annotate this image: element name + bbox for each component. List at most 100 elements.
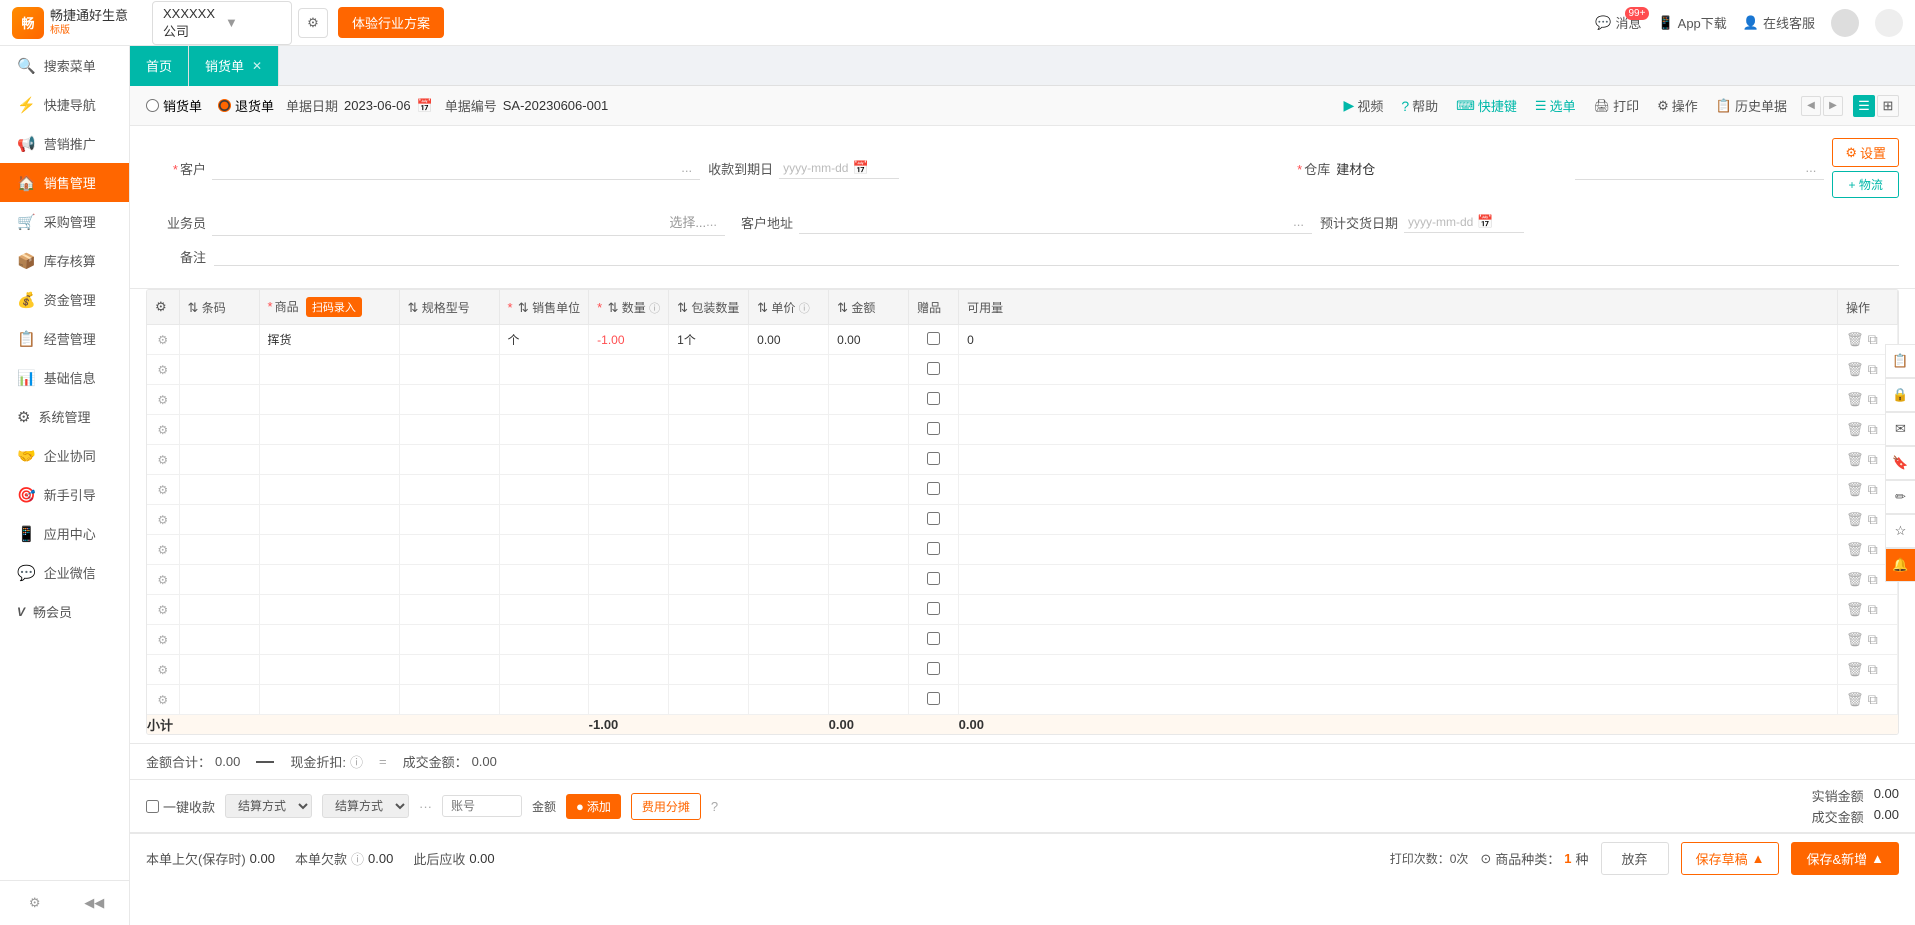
row-gift[interactable] (909, 475, 959, 505)
sidebar-item-marketing[interactable]: 📢 营销推广 (0, 124, 129, 163)
row-product[interactable] (259, 475, 399, 505)
sidebar-item-management[interactable]: 📋 经营管理 (0, 319, 129, 358)
float-edit-button[interactable]: ✏ (1885, 480, 1915, 514)
radio-return[interactable]: 退货单 (218, 96, 274, 115)
dots-icon[interactable]: ··· (419, 799, 432, 814)
row-qty[interactable] (589, 355, 669, 385)
save-new-button[interactable]: 保存&新增 ▲ (1791, 842, 1899, 875)
select-order-button[interactable]: ☰ 选单 (1531, 94, 1580, 117)
sidebar-item-collab[interactable]: 🤝 企业协同 (0, 436, 129, 475)
row-gear[interactable]: ⚙ (147, 595, 179, 625)
shortcut-button[interactable]: ⌨ 快捷键 (1452, 94, 1521, 117)
row-pack-qty[interactable] (669, 685, 749, 715)
row-product[interactable] (259, 685, 399, 715)
delete-icon[interactable]: 🗑 (1846, 421, 1864, 438)
delete-icon[interactable]: 🗑 (1846, 661, 1864, 678)
row-unit[interactable] (499, 535, 589, 565)
row-gear[interactable]: ⚙ (147, 535, 179, 565)
float-bookmark-button[interactable]: 🔖 (1885, 446, 1915, 480)
sidebar-item-purchase[interactable]: 🛒 采购管理 (0, 202, 129, 241)
settings-icon[interactable]: ⚙ (298, 8, 328, 38)
row-barcode[interactable] (179, 475, 259, 505)
delete-icon[interactable]: 🗑 (1846, 691, 1864, 708)
due-date-input[interactable]: yyyy-mm-dd 📅 (779, 158, 899, 179)
row-barcode[interactable] (179, 325, 259, 355)
row-gear[interactable]: ⚙ (147, 655, 179, 685)
row-price[interactable] (749, 505, 829, 535)
row-qty[interactable] (589, 385, 669, 415)
row-spec[interactable] (399, 385, 499, 415)
operation-button[interactable]: ⚙ 操作 (1653, 94, 1702, 117)
row-qty[interactable] (589, 625, 669, 655)
row-price[interactable] (749, 385, 829, 415)
row-spec[interactable] (399, 415, 499, 445)
row-qty[interactable] (589, 445, 669, 475)
delete-icon[interactable]: 🗑 (1846, 601, 1864, 618)
row-gear[interactable]: ⚙ (147, 385, 179, 415)
copy-icon[interactable]: ⧉ (1868, 511, 1878, 528)
trial-button[interactable]: 体验行业方案 (338, 7, 444, 38)
row-gift[interactable] (909, 415, 959, 445)
row-qty[interactable] (589, 415, 669, 445)
row-pack-qty[interactable] (669, 505, 749, 535)
row-barcode[interactable] (179, 445, 259, 475)
scan-input-button[interactable]: 扫码录入 (306, 297, 362, 317)
row-price[interactable] (749, 475, 829, 505)
print-button[interactable]: 🖨 打印 (1590, 94, 1644, 117)
sidebar-item-membership[interactable]: V 畅会员 (0, 592, 129, 631)
app-download-button[interactable]: 📱 App下载 (1657, 13, 1726, 32)
row-amount[interactable] (829, 595, 909, 625)
info-icon[interactable]: ⓘ (350, 752, 363, 771)
row-barcode[interactable] (179, 535, 259, 565)
row-price[interactable] (749, 565, 829, 595)
float-alert-button[interactable]: 🔔 (1885, 548, 1915, 582)
row-gift[interactable] (909, 535, 959, 565)
row-gift[interactable] (909, 595, 959, 625)
row-unit[interactable] (499, 475, 589, 505)
row-product[interactable] (259, 355, 399, 385)
row-amount[interactable] (829, 505, 909, 535)
row-gear[interactable]: ⚙ (147, 355, 179, 385)
row-barcode[interactable] (179, 625, 259, 655)
delete-icon[interactable]: 🗑 (1846, 541, 1864, 558)
row-product[interactable]: 挥货 (259, 325, 399, 355)
row-gift[interactable] (909, 445, 959, 475)
account-input[interactable] (442, 795, 522, 817)
row-spec[interactable] (399, 535, 499, 565)
row-gift[interactable] (909, 325, 959, 355)
customer-addr-input[interactable] (799, 210, 1312, 234)
help-button[interactable]: ? 帮助 (1397, 94, 1442, 117)
row-unit[interactable] (499, 415, 589, 445)
row-qty[interactable] (589, 475, 669, 505)
sidebar-item-search[interactable]: 🔍 搜索菜单 (0, 46, 129, 85)
help-icon[interactable]: ? (711, 799, 718, 814)
row-product[interactable] (259, 595, 399, 625)
sidebar-item-system[interactable]: ⚙ 系统管理 (0, 397, 129, 436)
row-price[interactable] (749, 355, 829, 385)
row-gift[interactable] (909, 625, 959, 655)
row-pack-qty[interactable] (669, 655, 749, 685)
sidebar-item-app-center[interactable]: 📱 应用中心 (0, 514, 129, 553)
row-product[interactable] (259, 655, 399, 685)
row-barcode[interactable] (179, 415, 259, 445)
customer-input[interactable] (212, 156, 700, 180)
sidebar-item-inventory[interactable]: 📦 库存核算 (0, 241, 129, 280)
row-amount[interactable] (829, 385, 909, 415)
row-gift[interactable] (909, 565, 959, 595)
copy-icon[interactable]: ⧉ (1868, 421, 1878, 438)
row-gear[interactable]: ⚙ (147, 325, 179, 355)
copy-icon[interactable]: ⧉ (1868, 361, 1878, 378)
expense-split-button[interactable]: 费用分摊 (631, 793, 701, 820)
prev-arrow[interactable]: ◀ (1801, 96, 1821, 116)
row-gift[interactable] (909, 685, 959, 715)
list-view-button[interactable]: ☰ (1853, 95, 1875, 117)
row-gift[interactable] (909, 385, 959, 415)
sidebar-item-enterprise-wechat[interactable]: 💬 企业微信 (0, 553, 129, 592)
copy-icon[interactable]: ⧉ (1868, 691, 1878, 708)
row-amount[interactable] (829, 565, 909, 595)
tab-home[interactable]: 首页 (130, 46, 189, 86)
row-amount[interactable] (829, 415, 909, 445)
copy-icon[interactable]: ⧉ (1868, 541, 1878, 558)
history-button[interactable]: 📋 历史单据 (1712, 94, 1791, 117)
row-unit[interactable] (499, 445, 589, 475)
